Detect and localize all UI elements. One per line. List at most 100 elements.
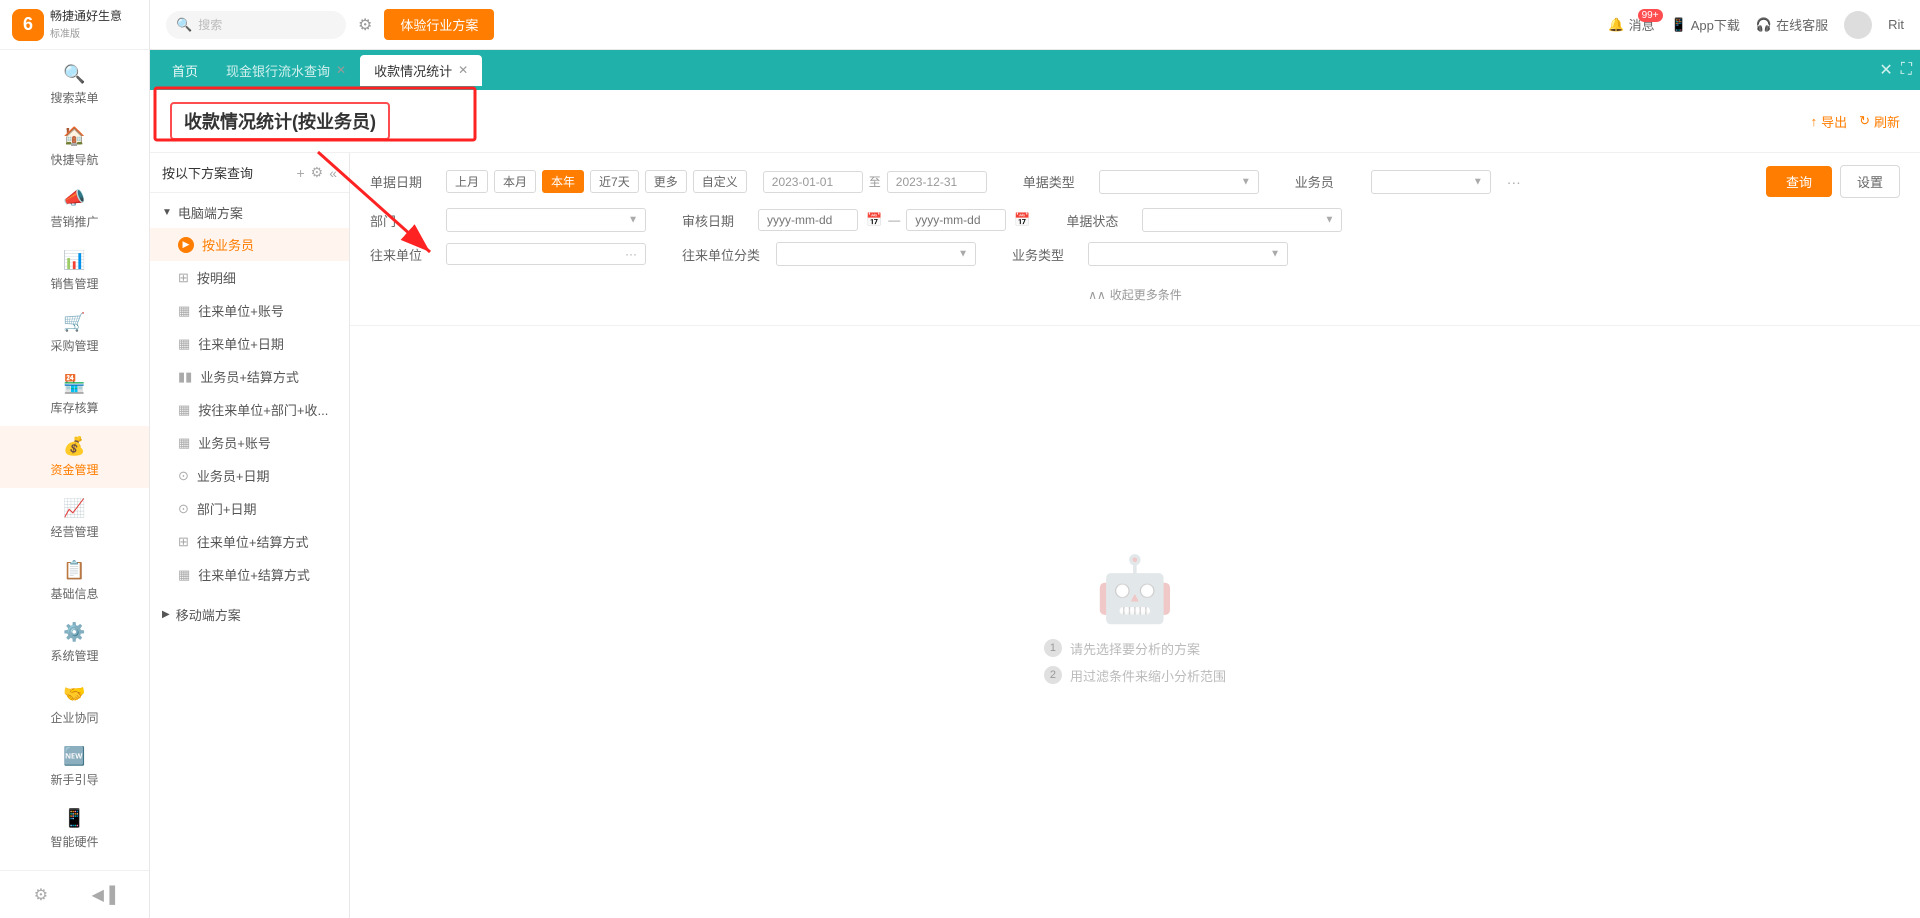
scheme-group-mobile-header[interactable]: ▶ 移动端方案	[150, 599, 349, 630]
date-btn-thismonth[interactable]: 本月	[494, 170, 536, 193]
refresh-button[interactable]: ↻ 刷新	[1859, 112, 1900, 131]
filter-actions: 查询 设置	[1766, 165, 1900, 198]
scheme-item-detail[interactable]: ⊞ 按明细	[150, 261, 349, 294]
review-date-from-icon[interactable]: 📅	[866, 212, 882, 228]
close-all-tabs-icon[interactable]: ✕	[1879, 60, 1892, 80]
biz-type-select-wrapper	[1088, 242, 1288, 266]
scheme-item-salesman-payment[interactable]: ▮▮ 业务员+结算方式	[150, 360, 349, 393]
scheme-item-partner-payment2[interactable]: ▦ 往来单位+结算方式	[150, 558, 349, 591]
sidebar-item-wechat[interactable]: 💬 企业微信	[0, 860, 149, 870]
inventory-icon: 🏪	[63, 374, 85, 395]
add-scheme-icon[interactable]: +	[296, 165, 304, 181]
type-select[interactable]	[1099, 170, 1259, 194]
filter-row-3: 往来单位 ··· 往来单位分类 业务类型	[370, 242, 1900, 266]
salesman-more-icon[interactable]: ···	[1507, 174, 1521, 190]
receipts-tab-close[interactable]: ✕	[458, 63, 468, 77]
partner-category-select[interactable]	[776, 242, 976, 266]
scheme-item-partner-dept[interactable]: ▦ 按往来单位+部门+收...	[150, 393, 349, 426]
date-to-input[interactable]	[887, 171, 987, 193]
scheme-group-pc: ▼ 电脑端方案 ▶ 按业务员 ⊞ 按明细 ▦ 往来单位+账号	[150, 193, 349, 595]
scheme-item-salesman[interactable]: ▶ 按业务员	[150, 228, 349, 261]
dept-select-wrapper	[446, 208, 646, 232]
scheme-item-label: 业务员+账号	[198, 433, 271, 452]
active-dot-icon: ▶	[178, 237, 194, 253]
review-date-separator: —	[888, 213, 900, 227]
dept-filter-label: 部门	[370, 211, 430, 230]
left-panel-title: 按以下方案查询	[162, 163, 253, 182]
scheme-item-salesman-date[interactable]: ⊙ 业务员+日期	[150, 459, 349, 492]
footer-collapse-icon[interactable]: ◀▐	[92, 885, 116, 905]
sidebar-item-enterprise[interactable]: 🤝 企业协同	[0, 674, 149, 736]
date-btn-lastmonth[interactable]: 上月	[446, 170, 488, 193]
sidebar-item-finance[interactable]: 💰 资金管理	[0, 426, 149, 488]
tab-home[interactable]: 首页	[158, 55, 212, 86]
sidebar-item-marketing[interactable]: 📣 营销推广	[0, 178, 149, 240]
salesman-select[interactable]	[1371, 170, 1491, 194]
filter-row-1: 单据日期 上月 本月 本年 近7天 更多 自定义 至	[370, 165, 1900, 198]
dept-select[interactable]	[446, 208, 646, 232]
hint-text-1: 请先选择要分析的方案	[1070, 639, 1200, 658]
partner-more-icon[interactable]: ···	[625, 247, 637, 261]
date-btn-thisyear[interactable]: 本年	[542, 170, 584, 193]
sidebar-item-system[interactable]: ⚙️ 系统管理	[0, 612, 149, 674]
sidebar-item-hardware[interactable]: 📱 智能硬件	[0, 798, 149, 860]
header-search[interactable]: 🔍 搜索	[166, 11, 346, 39]
cashflow-tab-close[interactable]: ✕	[336, 63, 346, 77]
sidebar-item-sales[interactable]: 📊 销售管理	[0, 240, 149, 302]
search-placeholder: 搜索	[198, 16, 222, 33]
review-date-to-input[interactable]	[906, 209, 1006, 231]
date-btn-custom[interactable]: 自定义	[693, 170, 747, 193]
footer-settings-icon[interactable]: ⚙	[34, 885, 48, 905]
logo-text: 畅捷通好生意	[50, 9, 122, 25]
sidebar-item-label: 经营管理	[50, 523, 98, 540]
bar-icon: ▮▮	[178, 369, 192, 385]
left-panel-header: 按以下方案查询 + ⚙ «	[150, 153, 349, 193]
review-date-from-input[interactable]	[758, 209, 858, 231]
app-download-button[interactable]: 📱 App下载	[1671, 15, 1740, 34]
review-date-label: 审核日期	[682, 211, 742, 230]
date-from-input[interactable]	[763, 171, 863, 193]
date-btn-more[interactable]: 更多	[645, 170, 687, 193]
sidebar-item-label: 营销推广	[50, 213, 98, 230]
biz-type-select[interactable]	[1088, 242, 1288, 266]
collapse-panel-icon[interactable]: «	[329, 165, 337, 181]
export-button[interactable]: ↑ 导出	[1811, 112, 1848, 131]
fullscreen-icon[interactable]: ⛶	[1901, 61, 1912, 79]
user-avatar[interactable]	[1844, 11, 1872, 39]
scheme-item-dept-date[interactable]: ⊙ 部门+日期	[150, 492, 349, 525]
sidebar-item-guide[interactable]: 🆕 新手引导	[0, 736, 149, 798]
tab-cashflow[interactable]: 现金银行流水查询 ✕	[212, 55, 360, 86]
scheme-item-partner-account[interactable]: ▦ 往来单位+账号	[150, 294, 349, 327]
collapse-bar[interactable]: ∧∧ 收起更多条件	[370, 276, 1900, 313]
scheme-item-salesman-account[interactable]: ▦ 业务员+账号	[150, 426, 349, 459]
notifications-button[interactable]: 🔔 消息 99+	[1608, 15, 1654, 34]
system-icon: ⚙️	[63, 622, 85, 643]
review-date-to-icon[interactable]: 📅	[1014, 212, 1030, 228]
header-settings-icon[interactable]: ⚙	[354, 11, 376, 39]
sidebar-item-operations[interactable]: 📈 经营管理	[0, 488, 149, 550]
logo-sub: 标准版	[50, 25, 122, 40]
scheme-item-partner-payment1[interactable]: ⊞ 往来单位+结算方式	[150, 525, 349, 558]
sidebar-item-quicknav[interactable]: 🏠 快捷导航	[0, 116, 149, 178]
date-btn-7days[interactable]: 近7天	[590, 170, 639, 193]
hint-num-1: 1	[1044, 639, 1062, 657]
notifications-badge: 99+	[1638, 9, 1663, 22]
sidebar-item-label: 系统管理	[50, 647, 98, 664]
trial-button[interactable]: 体验行业方案	[384, 9, 494, 40]
partner-category-select-wrapper	[776, 242, 976, 266]
doc-status-select[interactable]	[1142, 208, 1342, 232]
date-range-separator: 至	[869, 173, 881, 190]
query-button[interactable]: 查询	[1766, 166, 1832, 197]
sidebar-item-label: 新手引导	[50, 771, 98, 788]
sidebar-item-search[interactable]: 🔍 搜索菜单	[0, 54, 149, 116]
tab-receipts[interactable]: 收款情况统计 ✕	[360, 55, 482, 86]
settings-button[interactable]: 设置	[1840, 165, 1900, 198]
online-service-button[interactable]: 🎧 在线客服	[1756, 15, 1828, 34]
scheme-group-pc-header[interactable]: ▼ 电脑端方案	[150, 197, 349, 228]
scheme-settings-icon[interactable]: ⚙	[311, 164, 324, 181]
sidebar-item-inventory[interactable]: 🏪 库存核算	[0, 364, 149, 426]
sidebar-item-base[interactable]: 📋 基础信息	[0, 550, 149, 612]
scheme-item-partner-date[interactable]: ▦ 往来单位+日期	[150, 327, 349, 360]
sidebar-item-purchase[interactable]: 🛒 采购管理	[0, 302, 149, 364]
left-panel-actions: + ⚙ «	[296, 164, 337, 181]
